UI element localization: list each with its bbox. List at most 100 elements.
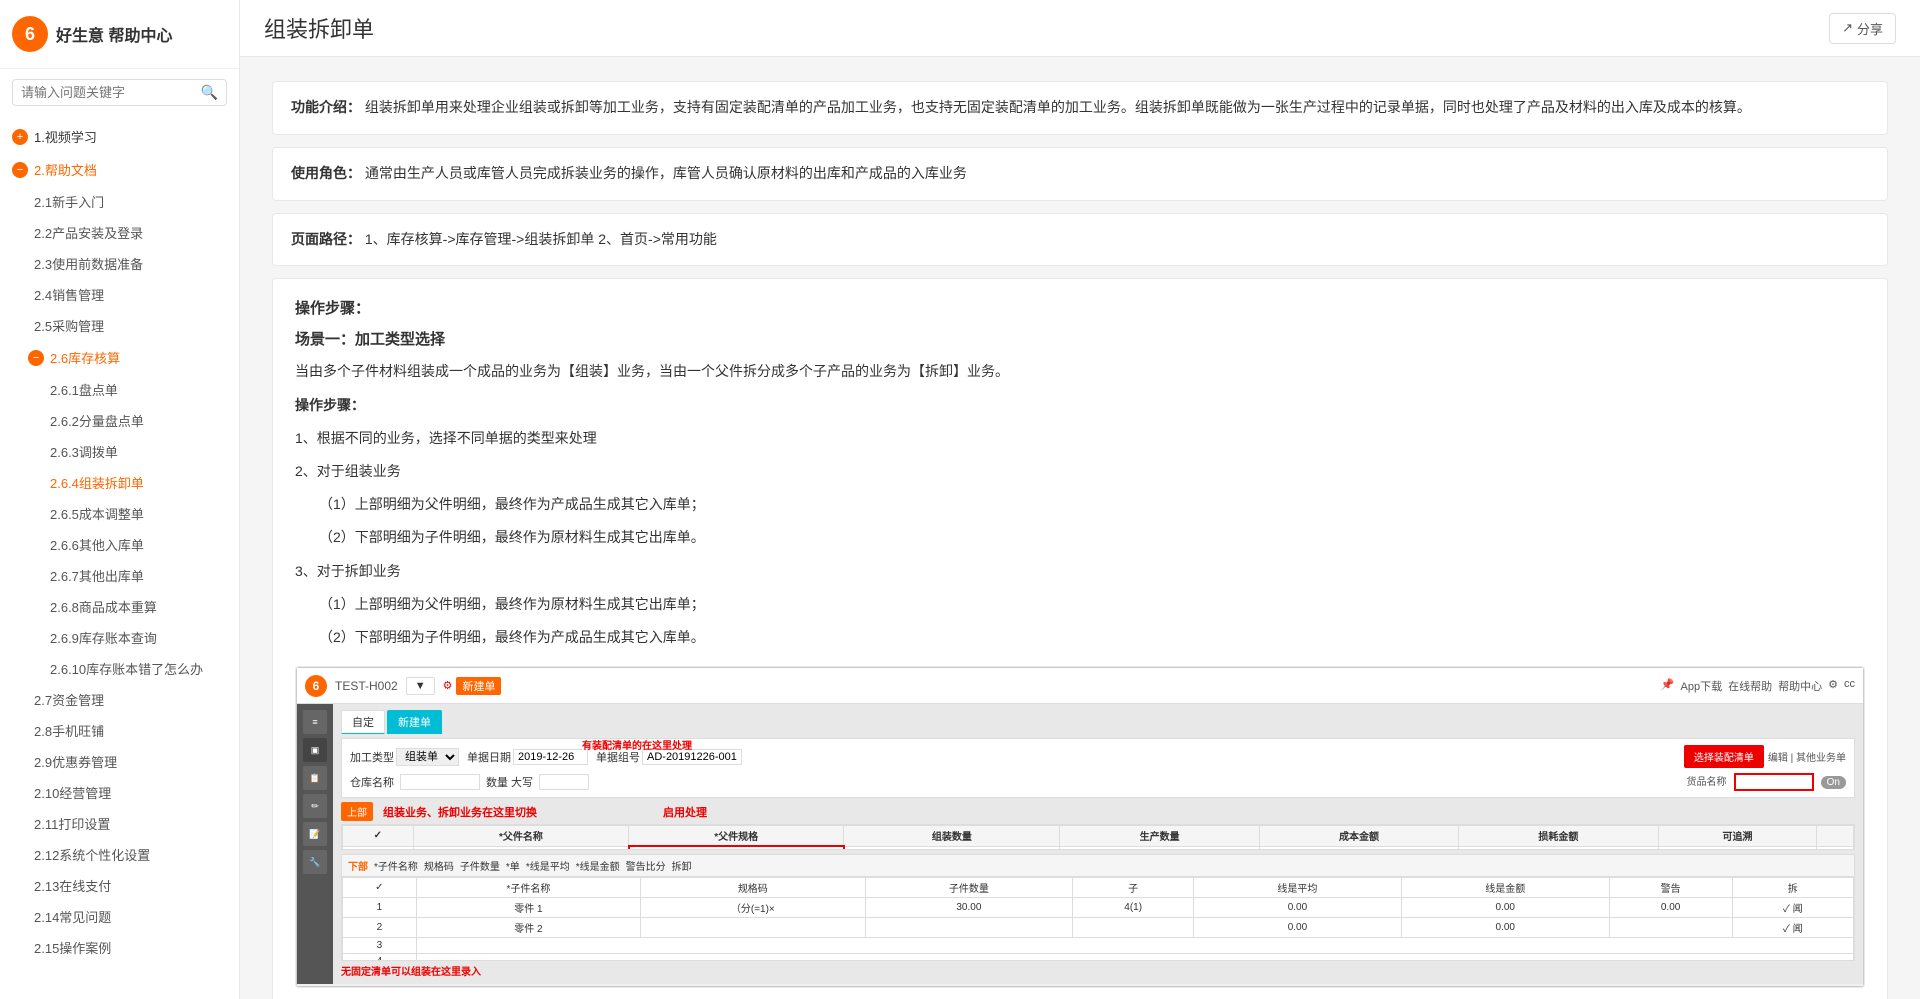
step2-sub2: （2）下部明细为子件明细，最终作为原材料生成其它出库单。	[319, 525, 1865, 550]
sidebar-item-2-6-5[interactable]: 2.6.5成本调整单	[0, 498, 239, 529]
lower-table-container: 下部 *子件名称 规格码 子件数量 *单 *线是平均 *线是金额 警告比分 拆卸	[341, 854, 1855, 961]
sidebar-item-2-3[interactable]: 2.3使用前数据准备	[0, 248, 239, 279]
sidebar-item-2-6[interactable]: − 2.6库存核算	[0, 341, 239, 374]
date-input[interactable]	[513, 749, 588, 765]
table-row: 3	[343, 938, 1854, 954]
sidebar-item-2-6-4[interactable]: 2.6.4组装拆卸单	[0, 467, 239, 498]
page-title: 组装拆卸单	[264, 12, 374, 44]
sidebar-item-2-14[interactable]: 2.14常见问题	[0, 901, 239, 932]
sidebar-item-2-9[interactable]: 2.9优惠券管理	[0, 746, 239, 777]
section-badge: 上部	[341, 802, 373, 821]
share-button[interactable]: ↗ 分享	[1829, 13, 1896, 44]
path-label: 页面路径：	[291, 231, 361, 247]
app-screenshot-container: 6 TEST-H002 ▼ ⚙ 新建单 📌 App下载 在线帮助 帮助中心	[295, 666, 1865, 988]
function-intro-block: 功能介绍： 组装拆卸单用来处理企业组装或拆卸等加工业务，支持有固定装配清单的产品…	[272, 81, 1888, 135]
step2-sub1: （1）上部明细为父件明细，最终作为产成品生成其它入库单；	[319, 492, 1865, 517]
steps-block: 操作步骤： 场景一：加工类型选择 当由多个子件材料组装成一个成品的业务为【组装】…	[272, 278, 1888, 999]
scene1-desc: 当由多个子件材料组装成一个成品的业务为【组装】业务，当由一个父件拆分成多个子产品…	[295, 359, 1865, 384]
search-icon[interactable]: 🔍	[201, 84, 218, 101]
form-row-2: 仓库名称 数量 大写 货品名称 On	[350, 773, 1846, 791]
action-btns: 编辑 | 其他业务单	[1768, 749, 1846, 764]
sidebar-item-2-6-6[interactable]: 2.6.6其他入库单	[0, 529, 239, 560]
sidebar-item-2[interactable]: − 2.帮助文档	[0, 153, 239, 186]
type-field: 加工类型 组装单 拆卸单	[350, 748, 459, 766]
search-input[interactable]	[21, 85, 201, 100]
sidebar: 6 好生意 帮助中心 🔍 + 1.视频学习 − 2.帮助文档 2.1新手入门 2…	[0, 0, 240, 999]
expand-icon-1: +	[12, 129, 28, 145]
app-btn-main[interactable]: 新建单	[456, 677, 501, 695]
goods-name-input[interactable]	[1734, 773, 1814, 791]
share-icon: ↗	[1842, 20, 1853, 36]
sidebar-icon-3: 📋	[303, 766, 327, 790]
sidebar-item-1[interactable]: + 1.视频学习	[0, 120, 239, 153]
sidebar-item-2-6-2[interactable]: 2.6.2分量盘点单	[0, 405, 239, 436]
step3: 3、对于拆卸业务	[295, 559, 1865, 584]
sidebar-item-2-7[interactable]: 2.7资金管理	[0, 684, 239, 715]
toggle-area: 货品名称 On	[1687, 773, 1846, 791]
app-screenshot: 6 TEST-H002 ▼ ⚙ 新建单 📌 App下载 在线帮助 帮助中心	[296, 667, 1864, 987]
sidebar-item-2-13[interactable]: 2.13在线支付	[0, 870, 239, 901]
step3-sub2: （2）下部明细为子件明细，最终作为产成品生成其它入库单。	[319, 625, 1865, 650]
steps-label: 操作步骤：	[295, 393, 1865, 418]
annotation-3: 组装业务、拆卸业务在这里切换	[383, 804, 537, 820]
sidebar-item-2-1[interactable]: 2.1新手入门	[0, 186, 239, 217]
sidebar-item-2-6-8[interactable]: 2.6.8商品成本重算	[0, 591, 239, 622]
qty-input[interactable]	[539, 774, 589, 790]
table-row: 1 卖机 生产(1)=1 1.00	[343, 846, 1854, 850]
app-logo: 6	[305, 675, 327, 697]
annotation-btn-1[interactable]: 选择装配清单	[1684, 745, 1764, 768]
function-intro-text: 组装拆卸单用来处理企业组装或拆卸等加工业务，支持有固定装配清单的产品加工业务，也…	[365, 99, 1751, 115]
sidebar-item-2-6-1[interactable]: 2.6.1盘点单	[0, 374, 239, 405]
function-intro-label: 功能介绍：	[291, 99, 361, 115]
sidebar-item-2-10[interactable]: 2.10经营管理	[0, 777, 239, 808]
sidebar-item-2-11[interactable]: 2.11打印设置	[0, 808, 239, 839]
sidebar-item-2-2[interactable]: 2.2产品安装及登录	[0, 217, 239, 248]
app-content-area: 自定 新建单 加工类型 组装单 拆	[333, 704, 1863, 984]
expand-icon-2-6: −	[28, 350, 44, 366]
search-box[interactable]: 🔍	[12, 79, 227, 106]
toggle-switch[interactable]: On	[1821, 776, 1846, 789]
app-body: ≡ ▣ 📋 ✏ 📝 🔧 自定 新建单	[297, 704, 1863, 984]
sidebar-item-2-5[interactable]: 2.5采购管理	[0, 310, 239, 341]
sidebar-icon-6: 🔧	[303, 850, 327, 874]
sidebar-item-2-15[interactable]: 2.15操作案例	[0, 932, 239, 963]
sidebar-item-2-8[interactable]: 2.8手机旺铺	[0, 715, 239, 746]
annotation-4: 启用处理	[663, 804, 707, 820]
step2: 2、对于组装业务	[295, 459, 1865, 484]
main-area: 组装拆卸单 ↗ 分享 功能介绍： 组装拆卸单用来处理企业组装或拆卸等加工业务，支…	[240, 0, 1920, 999]
sidebar-icon-5: 📝	[303, 822, 327, 846]
logo-area: 6 好生意 帮助中心	[0, 0, 239, 69]
warehouse-input[interactable]	[400, 774, 480, 790]
main-content: 功能介绍： 组装拆卸单用来处理企业组装或拆卸等加工业务，支持有固定装配清单的产品…	[240, 57, 1920, 999]
path-text: 1、库存核算->库存管理->组装拆卸单 2、首页->常用功能	[365, 231, 717, 247]
tab-new-record[interactable]: 新建单	[387, 710, 442, 734]
app-tabs: 自定 新建单	[341, 710, 1855, 734]
sidebar-icon-1: ≡	[303, 710, 327, 734]
annotation-5: 无固定清单可以组装在这里录入	[341, 963, 1855, 978]
sidebar-item-2-6-3[interactable]: 2.6.3调拨单	[0, 436, 239, 467]
table-row: ✓*子件名称规格码子件数量子线是平均线是金额警告拆	[343, 878, 1854, 898]
sidebar-icon-4: ✏	[303, 794, 327, 818]
role-text: 通常由生产人员或库管人员完成拆装业务的操作，库管人员确认原材料的出库和产成品的入…	[365, 165, 967, 181]
step3-sub1: （1）上部明细为父件明细，最终作为原材料生成其它出库单；	[319, 592, 1865, 617]
type-select[interactable]: 组装单 拆卸单	[396, 748, 459, 766]
sidebar-icon-2: ▣	[303, 738, 327, 762]
table-row: 4	[343, 954, 1854, 961]
app-form-area: 加工类型 组装单 拆卸单 单据日期	[341, 738, 1855, 798]
table-row: 2零件 20.000.00✓ 闻	[343, 918, 1854, 938]
nav-section: + 1.视频学习 − 2.帮助文档 2.1新手入门 2.2产品安装及登录 2.3…	[0, 116, 239, 967]
sidebar-item-2-6-7[interactable]: 2.6.7其他出库单	[0, 560, 239, 591]
sidebar-item-2-6-9[interactable]: 2.6.9库存账本查询	[0, 622, 239, 653]
annotation-1: 有装配清单的在这里处理	[582, 737, 692, 752]
path-block: 页面路径： 1、库存核算->库存管理->组装拆卸单 2、首页->常用功能	[272, 213, 1888, 267]
app-nav-icons: 📌 App下载 在线帮助 帮助中心 ⚙ cc	[1661, 678, 1855, 694]
right-controls: 选择装配清单 编辑 | 其他业务单	[1684, 745, 1846, 768]
sidebar-item-2-4[interactable]: 2.4销售管理	[0, 279, 239, 310]
tab-list[interactable]: 自定	[341, 710, 385, 734]
sidebar-item-2-12[interactable]: 2.12系统个性化设置	[0, 839, 239, 870]
sidebar-item-2-6-10[interactable]: 2.6.10库存账本错了怎么办	[0, 653, 239, 684]
app-dropdown[interactable]: ▼	[406, 677, 435, 695]
logo-text: 好生意 帮助中心	[56, 22, 172, 46]
logo-icon: 6	[12, 16, 48, 52]
expand-icon-2: −	[12, 162, 28, 178]
